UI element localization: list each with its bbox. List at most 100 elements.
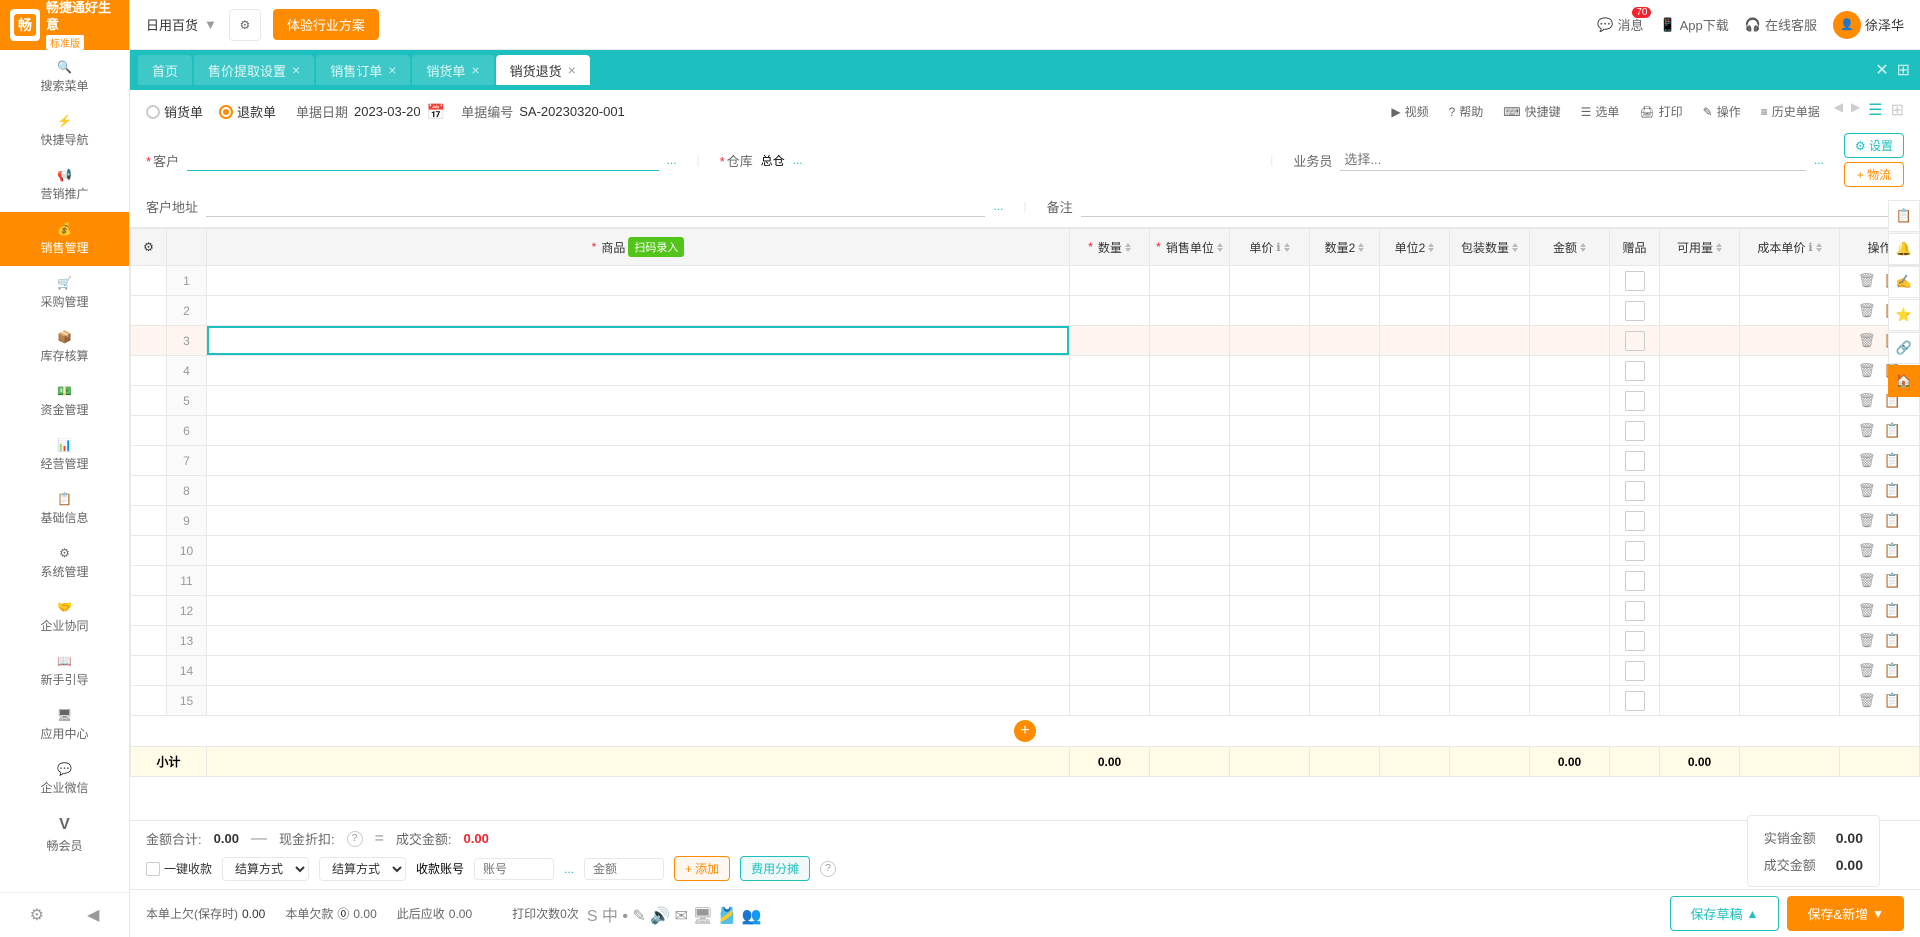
gift-checkbox-12[interactable] [1625,601,1645,621]
sidebar-settings-btn[interactable]: ⚙ [26,901,48,929]
row-amount-5[interactable] [1530,386,1610,416]
row-unit-5[interactable] [1150,386,1230,416]
sidebar-item-inventory[interactable]: 📦 库存核算 [0,320,129,374]
row-pack-10[interactable] [1450,536,1530,566]
row-qty-12[interactable] [1070,596,1150,626]
row-unit2-14[interactable] [1380,656,1450,686]
copy-row-7-icon[interactable]: 📋 [1884,452,1901,469]
experience-button[interactable]: 体验行业方案 [273,9,379,40]
calc-method-select[interactable]: 结算方式 [319,857,406,881]
row-price-7[interactable] [1230,446,1310,476]
row-qty2-8[interactable] [1310,476,1380,506]
row-unit-8[interactable] [1150,476,1230,506]
row-unit-12[interactable] [1150,596,1230,626]
row-amount-14[interactable] [1530,656,1610,686]
row-cost-7[interactable] [1740,446,1840,476]
row-cost-14[interactable] [1740,656,1840,686]
row-amount-8[interactable] [1530,476,1610,506]
row-amount-13[interactable] [1530,626,1610,656]
delete-row-3-icon[interactable]: 🗑 [1858,332,1876,349]
row-ops-12[interactable]: 🗑 📋 [1840,596,1920,626]
row-goods-15[interactable] [207,686,1070,716]
row-amount-10[interactable] [1530,536,1610,566]
row-ops-11[interactable]: 🗑 📋 [1840,566,1920,596]
account-number-input[interactable] [474,858,554,880]
th-settings[interactable]: ⚙ [131,229,167,266]
gift-checkbox-4[interactable] [1625,361,1645,381]
row-qty2-9[interactable] [1310,506,1380,536]
row-price-14[interactable] [1230,656,1310,686]
row-unit2-11[interactable] [1380,566,1450,596]
row-pack-7[interactable] [1450,446,1530,476]
th-available[interactable]: 可用量 [1660,229,1740,266]
tab-sales-bill[interactable]: 销货单 × [412,55,493,85]
row-gift-14[interactable] [1610,656,1660,686]
row-price-3[interactable] [1230,326,1310,356]
row-avail-12[interactable] [1660,596,1740,626]
sidebar-item-operations[interactable]: 📊 经营管理 [0,428,129,482]
row-ops-10[interactable]: 🗑 📋 [1840,536,1920,566]
row-goods-2[interactable] [207,296,1070,326]
th-qty2[interactable]: 数量2 [1310,229,1380,266]
customer-lookup-btn[interactable]: ... [667,153,677,167]
row-unit-3[interactable] [1150,326,1230,356]
delete-row-13-icon[interactable]: 🗑 [1858,632,1876,649]
row-pack-2[interactable] [1450,296,1530,326]
row-qty2-10[interactable] [1310,536,1380,566]
row-amount-4[interactable] [1530,356,1610,386]
view-grid-icon[interactable]: ⊞ [1891,100,1904,123]
row-gift-1[interactable] [1610,266,1660,296]
view-list-icon[interactable]: ☰ [1868,100,1882,123]
delete-row-8-icon[interactable]: 🗑 [1858,482,1876,499]
daily-goods-selector[interactable]: 日用百货 ▼ [146,15,217,34]
gift-checkbox-7[interactable] [1625,451,1645,471]
topbar-settings-button[interactable]: ⚙ [229,9,261,41]
row-pack-3[interactable] [1450,326,1530,356]
row-avail-1[interactable] [1660,266,1740,296]
row-avail-14[interactable] [1660,656,1740,686]
row-unit2-10[interactable] [1380,536,1450,566]
save-draft-button[interactable]: 保存草稿 ▲ [1670,896,1780,931]
row-cost-4[interactable] [1740,356,1840,386]
sidebar-item-collab[interactable]: 🤝 企业协同 [0,590,129,644]
row-ops-9[interactable]: 🗑 📋 [1840,506,1920,536]
app-download-button[interactable]: 📱 App下载 [1659,15,1728,34]
row-unit-7[interactable] [1150,446,1230,476]
warehouse-lookup-btn[interactable]: ... [793,153,803,167]
row-qty-4[interactable] [1070,356,1150,386]
row-gift-3[interactable] [1610,326,1660,356]
row-pack-8[interactable] [1450,476,1530,506]
row-ops-14[interactable]: 🗑 📋 [1840,656,1920,686]
delete-row-14-icon[interactable]: 🗑 [1858,662,1876,679]
row-cost-15[interactable] [1740,686,1840,716]
row-avail-9[interactable] [1660,506,1740,536]
row-qty2-6[interactable] [1310,416,1380,446]
row-unit2-15[interactable] [1380,686,1450,716]
row-qty2-2[interactable] [1310,296,1380,326]
delete-row-10-icon[interactable]: 🗑 [1858,542,1876,559]
row-unit-15[interactable] [1150,686,1230,716]
gift-checkbox-2[interactable] [1625,301,1645,321]
row-gift-9[interactable] [1610,506,1660,536]
row-gift-2[interactable] [1610,296,1660,326]
row-gift-13[interactable] [1610,626,1660,656]
row-goods-5[interactable] [207,386,1070,416]
th-price[interactable]: 单价ℹ [1230,229,1310,266]
row-gift-12[interactable] [1610,596,1660,626]
row-unit-11[interactable] [1150,566,1230,596]
row-amount-3[interactable] [1530,326,1610,356]
row-qty2-13[interactable] [1310,626,1380,656]
toolbar-help-btn[interactable]: ? 帮助 [1443,100,1490,123]
th-cost-price[interactable]: 成本单价ℹ [1740,229,1840,266]
row-cost-2[interactable] [1740,296,1840,326]
row-qty-11[interactable] [1070,566,1150,596]
row-avail-10[interactable] [1660,536,1740,566]
row-amount-15[interactable] [1530,686,1610,716]
logistics-button[interactable]: + 物流 [1844,162,1904,187]
row-goods-11[interactable] [207,566,1070,596]
row-unit2-1[interactable] [1380,266,1450,296]
sidebar-item-purchase[interactable]: 🛒 采购管理 [0,266,129,320]
row-goods-13[interactable] [207,626,1070,656]
calendar-icon[interactable]: 📅 [427,103,446,121]
row-qty2-7[interactable] [1310,446,1380,476]
